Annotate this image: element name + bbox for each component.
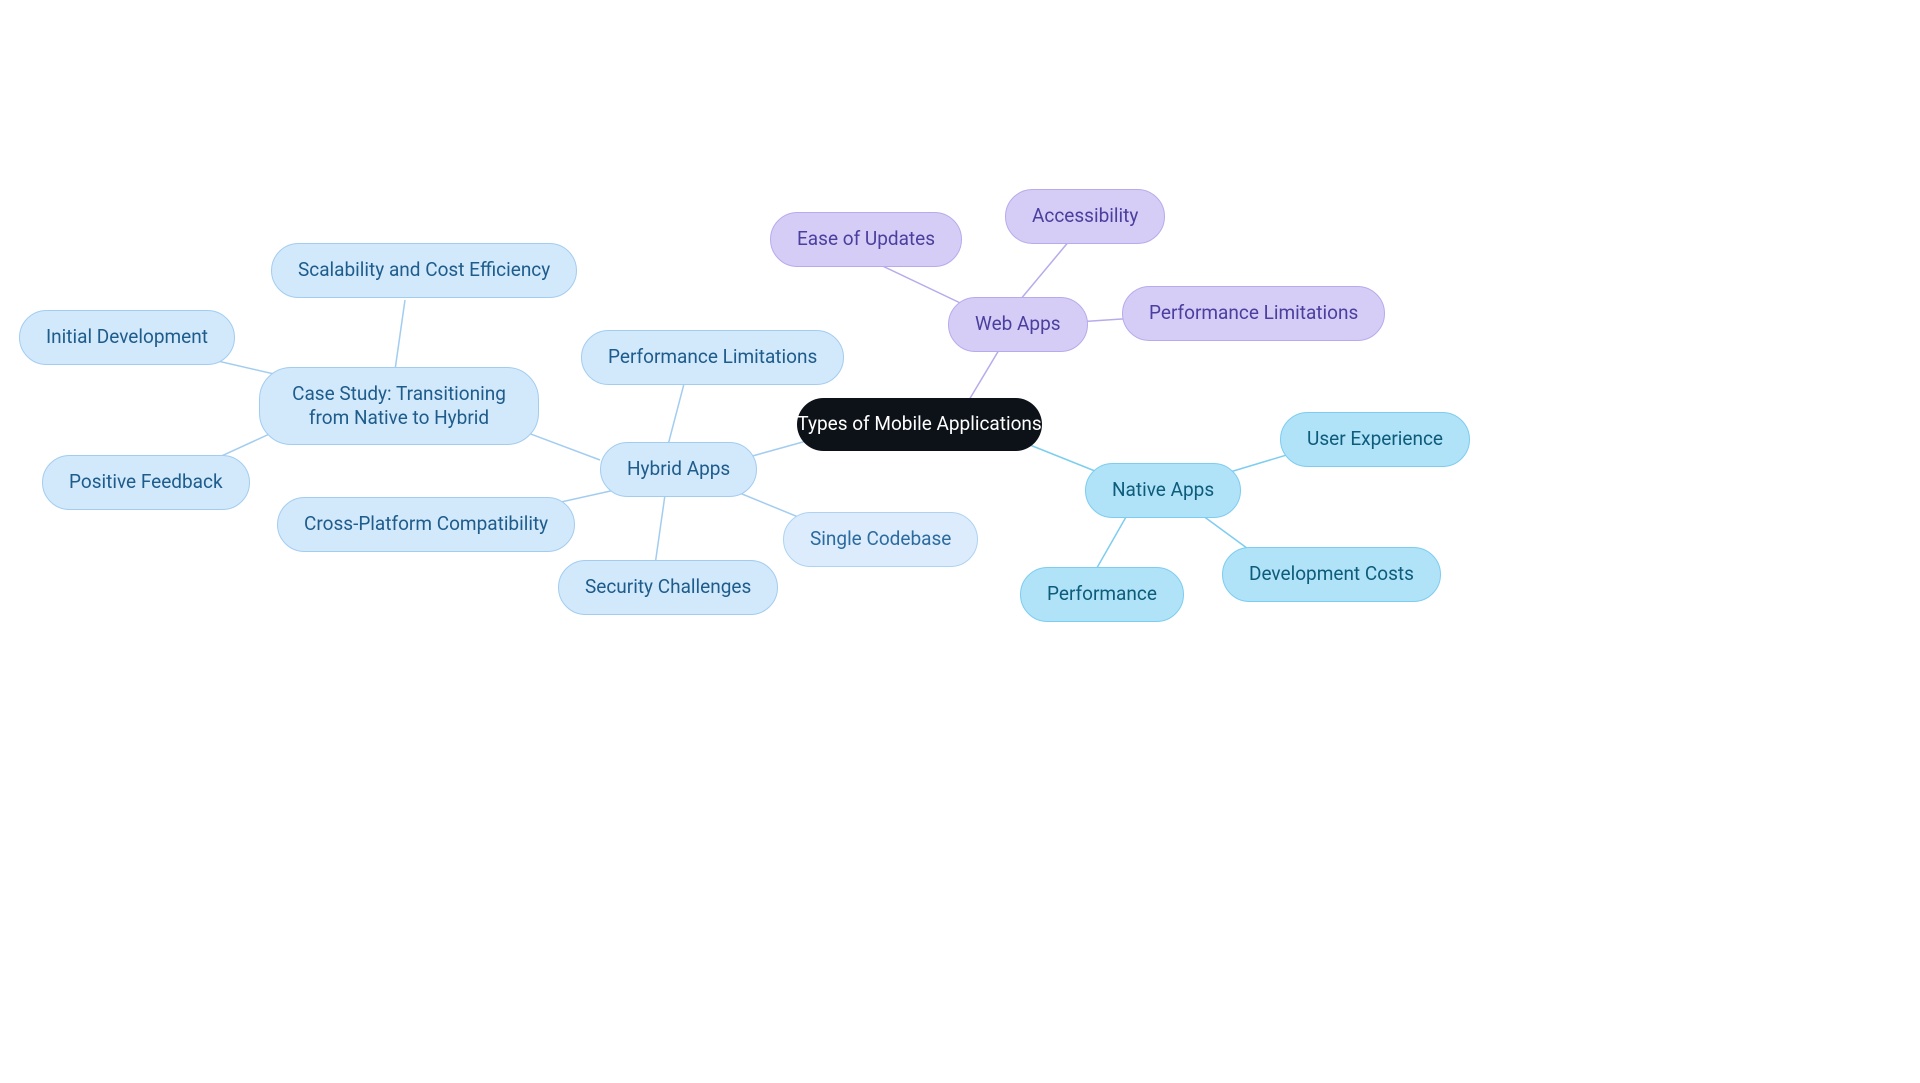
positive-feedback-label: Positive Feedback [69,470,223,495]
node-cross-platform[interactable]: Cross-Platform Compatibility [277,497,575,552]
node-security-challenges[interactable]: Security Challenges [558,560,778,615]
hybrid-apps-label: Hybrid Apps [627,457,730,482]
ease-of-updates-label: Ease of Updates [797,227,935,252]
dev-costs-label: Development Costs [1249,562,1414,587]
node-native-apps[interactable]: Native Apps [1085,463,1241,518]
node-positive-feedback[interactable]: Positive Feedback [42,455,250,510]
web-apps-label: Web Apps [975,312,1061,337]
node-user-experience[interactable]: User Experience [1280,412,1470,467]
scalability-label: Scalability and Cost Efficiency [298,258,550,283]
initial-dev-label: Initial Development [46,325,208,350]
user-experience-label: User Experience [1307,427,1443,452]
node-web-performance-limitations[interactable]: Performance Limitations [1122,286,1385,341]
cross-platform-label: Cross-Platform Compatibility [304,512,548,537]
node-single-codebase[interactable]: Single Codebase [783,512,978,567]
node-native-performance[interactable]: Performance [1020,567,1184,622]
node-ease-of-updates[interactable]: Ease of Updates [770,212,962,267]
node-scalability[interactable]: Scalability and Cost Efficiency [271,243,577,298]
mindmap-canvas: Types of Mobile Applications Web Apps Ea… [0,0,1920,1083]
web-perf-limit-label: Performance Limitations [1149,301,1358,326]
node-case-study[interactable]: Case Study: Transitioning from Native to… [259,367,539,445]
node-initial-development[interactable]: Initial Development [19,310,235,365]
native-apps-label: Native Apps [1112,478,1214,503]
node-hybrid-apps[interactable]: Hybrid Apps [600,442,757,497]
single-codebase-label: Single Codebase [810,527,951,552]
node-web-apps[interactable]: Web Apps [948,297,1088,352]
hybrid-perf-limit-label: Performance Limitations [608,345,817,370]
security-challenges-label: Security Challenges [585,575,751,600]
node-accessibility[interactable]: Accessibility [1005,189,1165,244]
center-node[interactable]: Types of Mobile Applications [797,398,1042,451]
node-development-costs[interactable]: Development Costs [1222,547,1441,602]
case-study-label: Case Study: Transitioning from Native to… [286,382,512,430]
center-label: Types of Mobile Applications [797,412,1041,437]
native-perf-label: Performance [1047,582,1157,607]
node-hybrid-performance-limitations[interactable]: Performance Limitations [581,330,844,385]
accessibility-label: Accessibility [1032,204,1138,229]
